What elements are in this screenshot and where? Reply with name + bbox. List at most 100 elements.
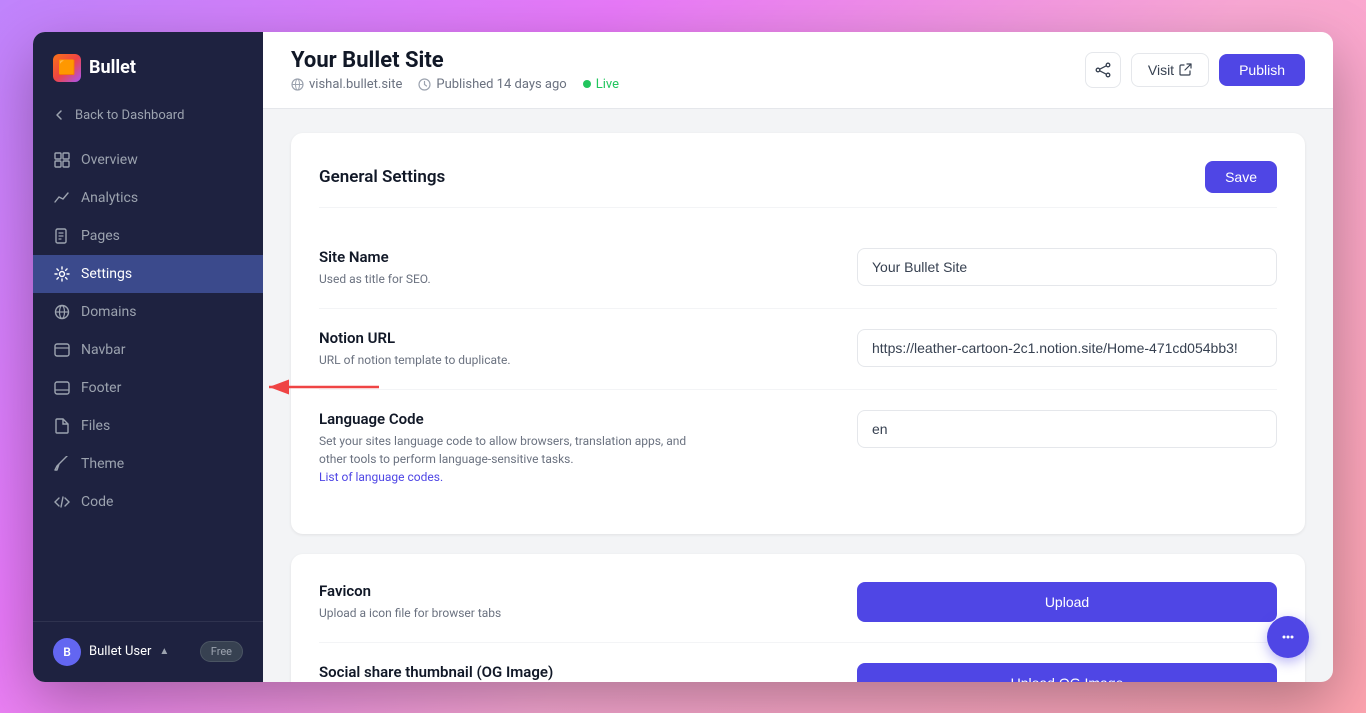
favicon-og-card: Favicon Upload a icon file for browser t… [291,554,1305,682]
user-name: Bullet User [89,644,151,659]
sidebar-item-label: Overview [81,152,138,168]
sidebar-item-label: Pages [81,228,120,244]
sidebar-item-label: Files [81,418,110,434]
sidebar-item-overview[interactable]: Overview [33,141,263,179]
favicon-label: Favicon [319,582,699,600]
notion-url-row: Notion URL URL of notion template to dup… [319,309,1277,390]
sidebar: 🟧 Bullet Back to Dashboard O [33,32,263,682]
site-name-control [857,248,1277,286]
analytics-icon [53,189,71,207]
sidebar-item-theme[interactable]: Theme [33,445,263,483]
sidebar-item-label: Code [81,494,113,510]
general-settings-title: General Settings [319,167,445,187]
site-url: vishal.bullet.site [309,77,402,92]
notion-url-desc: URL of notion template to duplicate. [319,351,699,369]
sidebar-item-footer[interactable]: Footer [33,369,263,407]
favicon-control: Upload [857,582,1277,622]
site-name-label-group: Site Name Used as title for SEO. [319,248,699,288]
logo-icon: 🟧 [53,54,81,82]
domains-icon [53,303,71,321]
sidebar-item-label: Analytics [81,190,138,206]
live-text: Live [596,77,619,92]
live-dot [583,80,591,88]
notion-url-input[interactable] [857,329,1277,367]
general-settings-header: General Settings Save [319,161,1277,208]
clock-icon [418,78,431,91]
favicon-upload-button[interactable]: Upload [857,582,1277,622]
site-name-row: Site Name Used as title for SEO. [319,228,1277,309]
favicon-label-group: Favicon Upload a icon file for browser t… [319,582,699,622]
header-left: Your Bullet Site vishal.bullet.site [291,48,619,92]
language-code-label: Language Code [319,410,699,428]
sidebar-item-analytics[interactable]: Analytics [33,179,263,217]
publish-button[interactable]: Publish [1219,54,1305,86]
back-to-dashboard-link[interactable]: Back to Dashboard [33,100,263,137]
notion-url-label: Notion URL [319,329,699,347]
language-code-desc: Set your sites language code to allow br… [319,432,699,486]
external-link-icon [1179,63,1192,76]
logo: 🟧 Bullet [33,32,263,100]
favicon-desc: Upload a icon file for browser tabs [319,604,699,622]
sidebar-item-label: Domains [81,304,136,320]
sidebar-nav: Overview Analytics [33,137,263,621]
sidebar-item-label: Navbar [81,342,126,358]
sidebar-item-label: Settings [81,266,132,282]
back-label: Back to Dashboard [75,108,184,123]
notion-url-control [857,329,1277,367]
site-title: Your Bullet Site [291,48,619,73]
favicon-row: Favicon Upload a icon file for browser t… [319,582,1277,643]
language-code-label-group: Language Code Set your sites language co… [319,410,699,486]
navbar-icon [53,341,71,359]
settings-content: General Settings Save Site Name Used as … [263,109,1333,682]
sidebar-item-settings[interactable]: Settings [33,255,263,293]
published-meta: Published 14 days ago [418,77,566,92]
main-content: Your Bullet Site vishal.bullet.site [263,32,1333,682]
sidebar-item-pages[interactable]: Pages [33,217,263,255]
chat-icon [1278,627,1298,647]
visit-button[interactable]: Visit [1131,53,1209,87]
settings-icon [53,265,71,283]
header: Your Bullet Site vishal.bullet.site [263,32,1333,109]
site-url-meta: vishal.bullet.site [291,77,402,92]
header-right: Visit Publish [1085,52,1305,88]
globe-icon [291,78,304,91]
site-name-input[interactable] [857,248,1277,286]
sidebar-item-domains[interactable]: Domains [33,293,263,331]
og-image-control: Upload OG Image [857,663,1277,682]
user-info[interactable]: B Bullet User ▲ [53,638,169,666]
language-codes-link[interactable]: List of language codes. [319,470,443,484]
pages-icon [53,227,71,245]
published-text: Published 14 days ago [436,77,566,92]
sidebar-item-label: Theme [81,456,124,472]
chevron-up-icon: ▲ [159,646,169,657]
footer-icon [53,379,71,397]
code-icon [53,493,71,511]
theme-icon [53,455,71,473]
og-image-row: Social share thumbnail (OG Image) This i… [319,643,1277,682]
og-image-label: Social share thumbnail (OG Image) [319,663,699,681]
share-button[interactable] [1085,52,1121,88]
og-image-label-group: Social share thumbnail (OG Image) This i… [319,663,699,682]
sidebar-item-navbar[interactable]: Navbar [33,331,263,369]
chat-bubble[interactable] [1267,616,1309,658]
og-image-upload-button[interactable]: Upload OG Image [857,663,1277,682]
sidebar-item-label: Footer [81,380,121,396]
plan-badge: Free [200,641,243,662]
site-name-desc: Used as title for SEO. [319,270,699,288]
share-icon [1095,62,1111,78]
language-code-control [857,410,1277,448]
sidebar-footer: B Bullet User ▲ Free [33,621,263,682]
sidebar-item-files[interactable]: Files [33,407,263,445]
files-icon [53,417,71,435]
header-meta: vishal.bullet.site Published 14 days ago… [291,77,619,92]
language-code-input[interactable] [857,410,1277,448]
arrow-left-icon [53,108,67,122]
live-meta: Live [583,77,619,92]
site-name-label: Site Name [319,248,699,266]
sidebar-item-code[interactable]: Code [33,483,263,521]
user-avatar: B [53,638,81,666]
overview-icon [53,151,71,169]
language-code-row: Language Code Set your sites language co… [319,390,1277,506]
save-button[interactable]: Save [1205,161,1277,193]
notion-url-label-group: Notion URL URL of notion template to dup… [319,329,699,369]
